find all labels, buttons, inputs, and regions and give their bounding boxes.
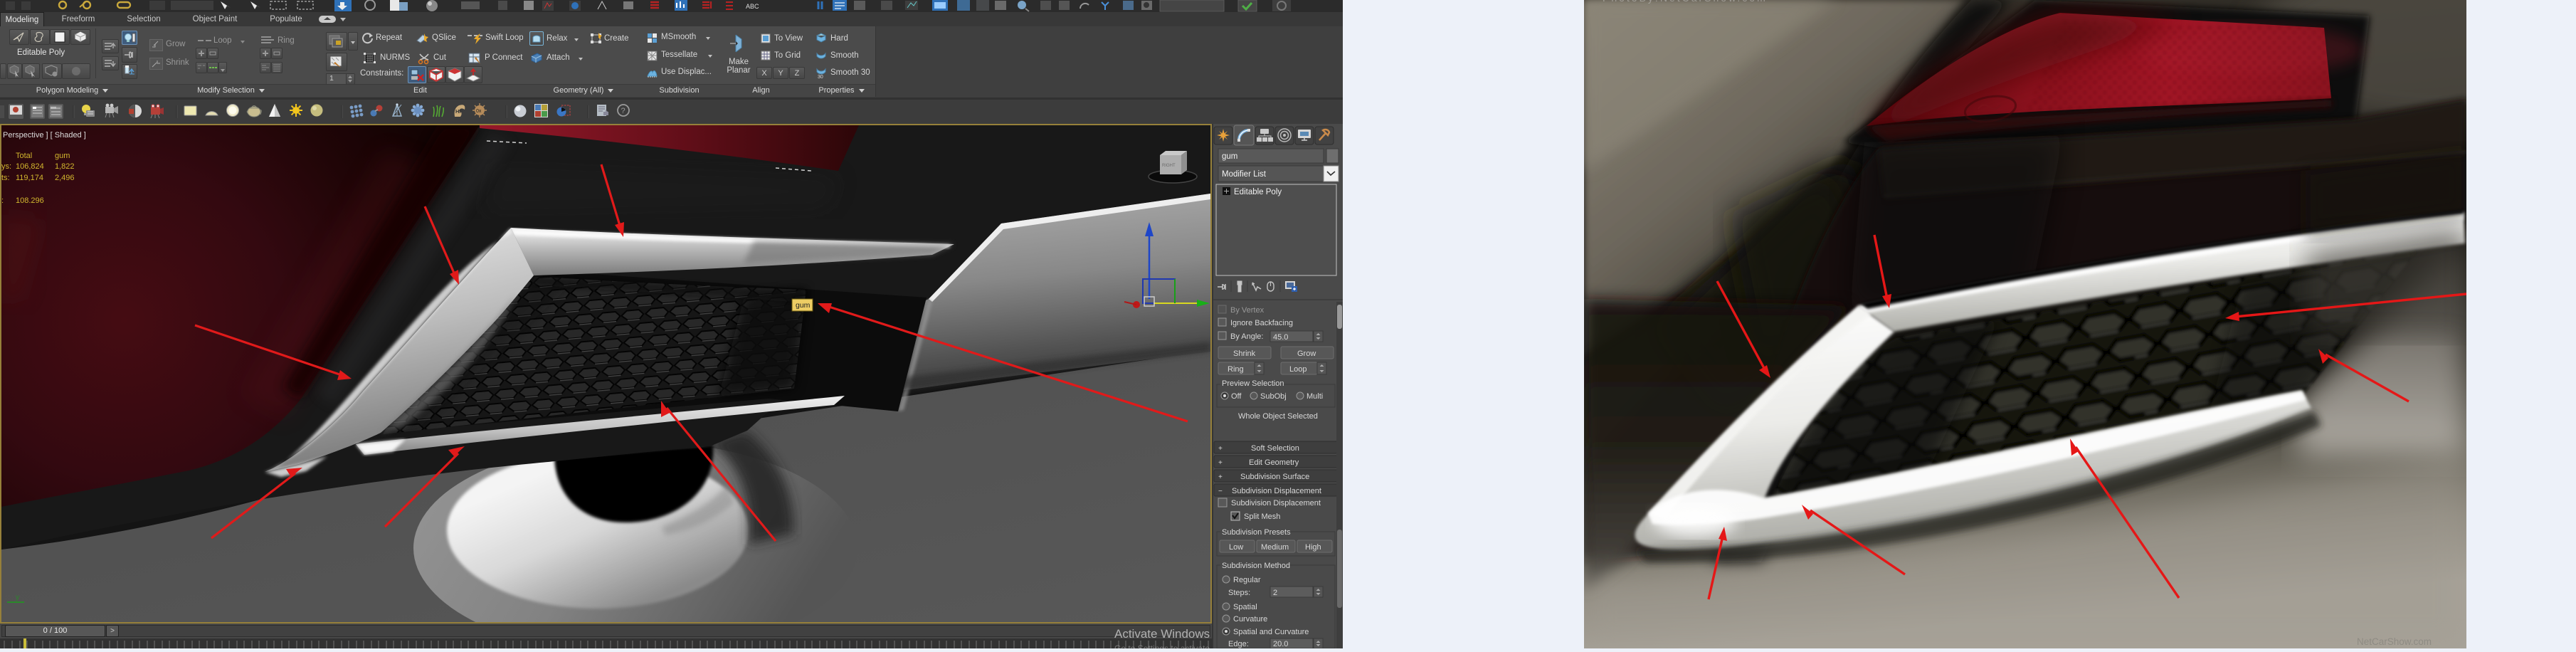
svg-text:ts:: ts: bbox=[1, 174, 10, 182]
svg-text:Edit Geometry: Edit Geometry bbox=[1249, 458, 1299, 467]
svg-text:?: ? bbox=[621, 107, 625, 115]
svg-text:Low: Low bbox=[1229, 543, 1243, 552]
svg-text:Curvature: Curvature bbox=[1233, 615, 1267, 624]
svg-text:gum: gum bbox=[55, 152, 70, 160]
svg-text:Subdivision Method: Subdivision Method bbox=[1222, 562, 1290, 570]
svg-text:Spatial and Curvature: Spatial and Curvature bbox=[1233, 628, 1309, 636]
svg-text:Steps:: Steps: bbox=[1228, 589, 1250, 597]
svg-text:High: High bbox=[1305, 543, 1321, 552]
svg-text:gum: gum bbox=[1222, 152, 1237, 161]
svg-text:Perspective ] [ Shaded ]: Perspective ] [ Shaded ] bbox=[3, 131, 86, 140]
svg-text:1,822: 1,822 bbox=[55, 162, 75, 171]
svg-text:NetCarShow.com: NetCarShow.com bbox=[2357, 636, 2432, 647]
svg-text:Subdivision Displacement: Subdivision Displacement bbox=[1232, 487, 1321, 495]
svg-text:+: + bbox=[1218, 473, 1223, 481]
svg-text:Off: Off bbox=[1231, 392, 1242, 401]
svg-text:45.0: 45.0 bbox=[1273, 333, 1288, 342]
svg-text:20.0: 20.0 bbox=[1273, 640, 1288, 648]
svg-text:Preview Selection: Preview Selection bbox=[1222, 379, 1284, 388]
svg-text:Editable Poly: Editable Poly bbox=[1234, 188, 1282, 196]
svg-text:HF: HF bbox=[455, 108, 463, 115]
svg-text:Whole Object Selected: Whole Object Selected bbox=[1238, 412, 1318, 421]
svg-text:Subdivision Presets: Subdivision Presets bbox=[1222, 528, 1291, 537]
svg-text:Modifier List: Modifier List bbox=[1222, 170, 1267, 179]
svg-text:By Angle:: By Angle: bbox=[1230, 332, 1263, 341]
svg-text::: : bbox=[1, 196, 4, 205]
svg-text:RIGHT: RIGHT bbox=[1162, 164, 1176, 168]
svg-text:Ignore Backfacing: Ignore Backfacing bbox=[1230, 319, 1293, 327]
svg-text:Split Mesh: Split Mesh bbox=[1244, 512, 1280, 521]
svg-text:SubObj: SubObj bbox=[1260, 392, 1287, 401]
svg-text:Total: Total bbox=[16, 152, 32, 160]
svg-text:+: + bbox=[1218, 445, 1223, 453]
svg-text:y: y bbox=[16, 594, 19, 601]
svg-text:ys:: ys: bbox=[1, 162, 11, 171]
svg-text:PhotoBy:NetCarShow.com: PhotoBy:NetCarShow.com bbox=[1603, 0, 1768, 4]
svg-text:Shrink: Shrink bbox=[1233, 349, 1256, 358]
svg-text:Edge:: Edge: bbox=[1228, 640, 1249, 648]
svg-text:ABC: ABC bbox=[746, 3, 759, 10]
svg-text:2,496: 2,496 bbox=[55, 174, 75, 182]
svg-text:0x: 0x bbox=[476, 109, 482, 114]
svg-text:2: 2 bbox=[1273, 589, 1277, 597]
svg-text:108.296: 108.296 bbox=[16, 196, 44, 205]
svg-text:Multi: Multi bbox=[1307, 392, 1323, 401]
svg-text:Loop: Loop bbox=[1289, 365, 1307, 374]
svg-text:By Vertex: By Vertex bbox=[1230, 306, 1265, 315]
svg-text:30: 30 bbox=[818, 75, 823, 79]
svg-text:Ring: Ring bbox=[1228, 365, 1244, 374]
svg-text:119,174: 119,174 bbox=[16, 174, 43, 182]
svg-text:+: + bbox=[1218, 459, 1223, 467]
svg-text:Regular: Regular bbox=[1233, 576, 1261, 584]
svg-text:Soft Selection: Soft Selection bbox=[1251, 444, 1299, 453]
svg-text:Grow: Grow bbox=[1297, 349, 1316, 358]
svg-text:Subdivision Surface: Subdivision Surface bbox=[1240, 473, 1309, 481]
svg-text:gum: gum bbox=[796, 301, 811, 310]
svg-text:Subdivision Displacement: Subdivision Displacement bbox=[1231, 499, 1321, 508]
svg-text:−: − bbox=[1218, 488, 1223, 495]
svg-text:106,824: 106,824 bbox=[16, 162, 44, 171]
svg-text:Medium: Medium bbox=[1261, 543, 1289, 552]
svg-text:Spatial: Spatial bbox=[1233, 603, 1257, 611]
